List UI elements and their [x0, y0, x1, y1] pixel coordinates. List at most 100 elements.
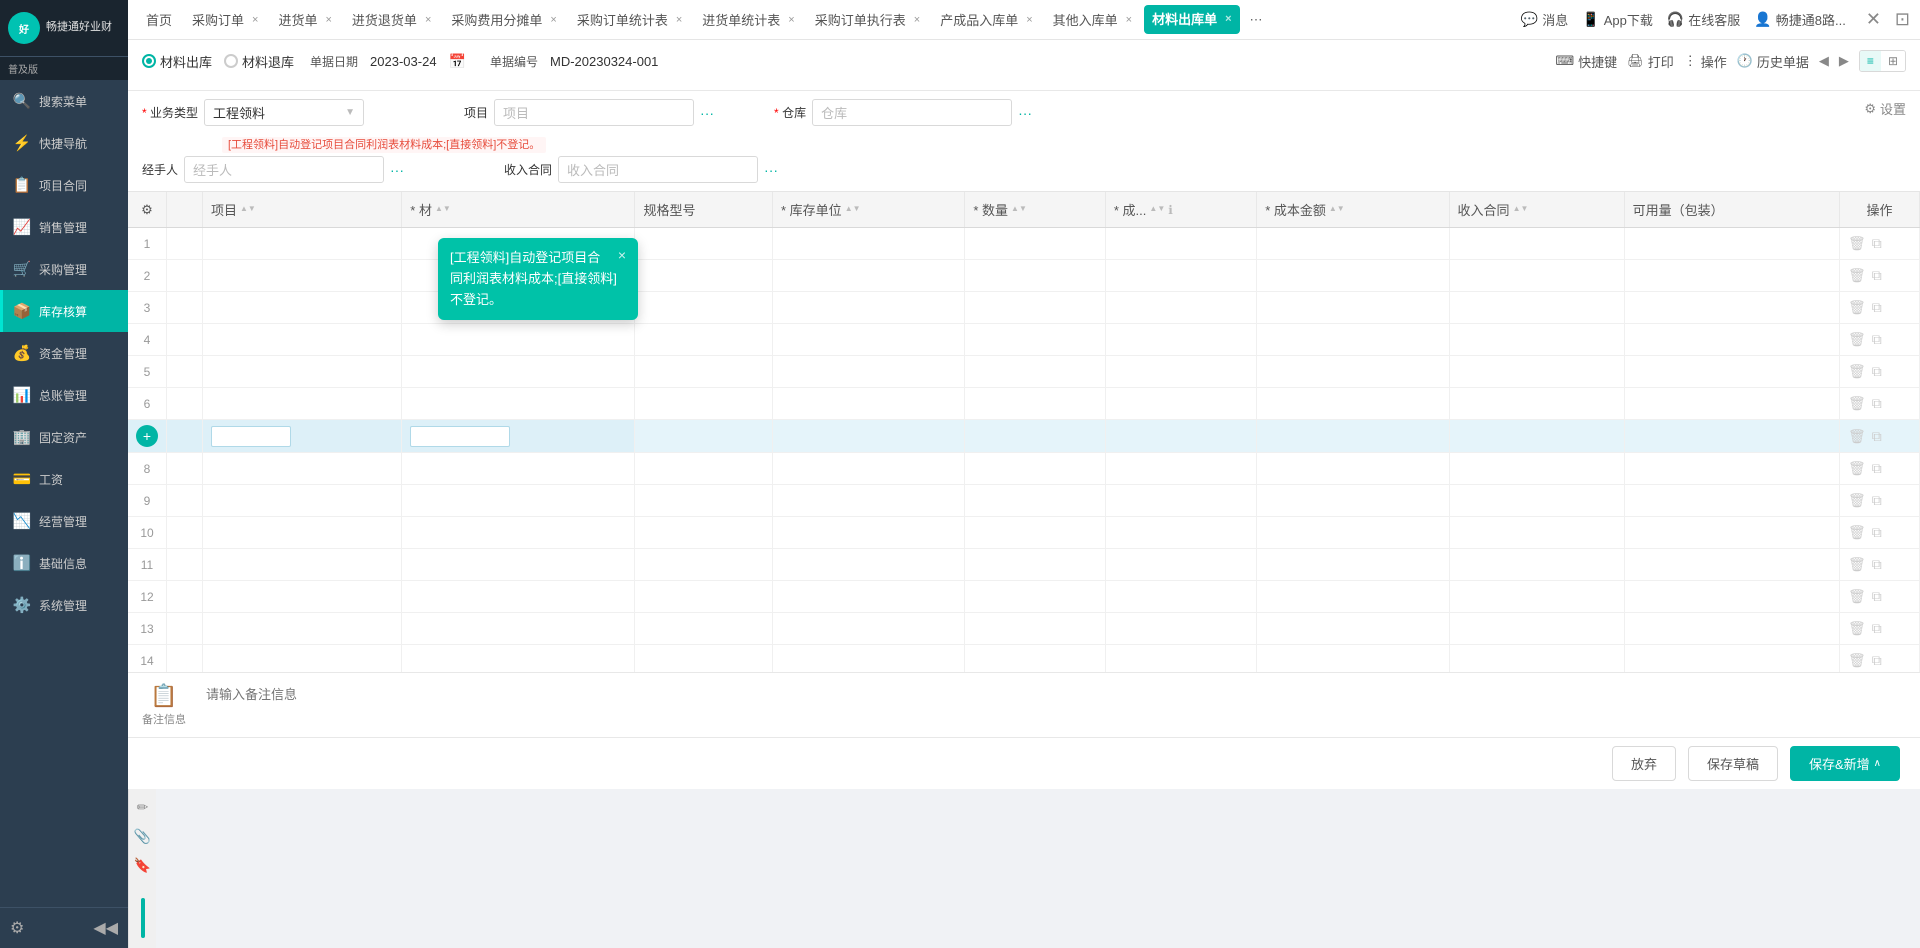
topbar-icon-btn[interactable]: ⊡ [1895, 9, 1910, 30]
sidebar-menu-item-purchase[interactable]: 🛒 采购管理 [0, 248, 128, 290]
row-7-col1-input[interactable] [211, 426, 291, 447]
tab-other-stock[interactable]: 其他入库单 × [1045, 6, 1140, 33]
copy-row-2-icon[interactable]: ⧉ [1872, 267, 1882, 284]
order-value[interactable]: MD-20230324-001 [550, 54, 658, 69]
operations-btn[interactable]: ⋮ 操作 [1684, 52, 1727, 71]
handler-input[interactable]: 经手人 [184, 156, 384, 183]
date-value[interactable]: 2023-03-24 [370, 54, 437, 69]
message-btn[interactable]: 💬 消息 [1521, 10, 1568, 29]
tab-purchase-cost[interactable]: 采购费用分摊单 × [443, 6, 564, 33]
delete-row-13-icon[interactable]: 🗑 [1848, 620, 1866, 637]
copy-row-3-icon[interactable]: ⧉ [1872, 299, 1882, 316]
sidebar-menu-item-inventory[interactable]: 📦 库存核算 [0, 290, 128, 332]
th-income[interactable]: 收入合同 ▲▼ [1449, 192, 1624, 228]
delete-row-10-icon[interactable]: 🗑 [1848, 524, 1866, 541]
copy-row-6-icon[interactable]: ⧉ [1872, 395, 1882, 412]
copy-row-11-icon[interactable]: ⧉ [1872, 556, 1882, 573]
th-material[interactable]: * 材 ▲▼ [402, 192, 635, 228]
copy-row-14-icon[interactable]: ⧉ [1872, 652, 1882, 669]
sidebar-menu-item-project[interactable]: 📋 项目合同 [0, 164, 128, 206]
sidebar-collapse-icon[interactable]: ◀◀ [93, 918, 118, 938]
prev-record-btn[interactable]: ◀ [1819, 53, 1829, 69]
copy-row-10-icon[interactable]: ⧉ [1872, 524, 1882, 541]
sidebar-settings-icon[interactable]: ⚙ [10, 918, 24, 938]
tab-material-out-close[interactable]: × [1225, 13, 1231, 25]
tab-purchase-order-close[interactable]: × [252, 14, 258, 26]
delete-row-11-icon[interactable]: 🗑 [1848, 556, 1866, 573]
tab-purchase-exec-close[interactable]: × [914, 14, 920, 26]
delete-row-7-icon[interactable]: 🗑 [1848, 428, 1866, 445]
delete-row-14-icon[interactable]: 🗑 [1848, 652, 1866, 669]
save-draft-button[interactable]: 保存草稿 [1688, 746, 1778, 781]
th-cost-amt[interactable]: * 成本金额 ▲▼ [1257, 192, 1449, 228]
settings-btn[interactable]: ⚙ 设置 [1864, 99, 1906, 118]
delete-row-1-icon[interactable]: 🗑 [1848, 235, 1866, 252]
tab-purchase-cost-close[interactable]: × [550, 14, 556, 26]
project-more-btn[interactable]: ··· [700, 105, 714, 121]
sidebar-menu-item-system[interactable]: ⚙️ 系统管理 [0, 584, 128, 626]
radio-material-return[interactable]: 材料退库 [224, 52, 294, 71]
next-record-btn[interactable]: ▶ [1839, 53, 1849, 69]
sidebar-menu-item-basic-info[interactable]: ℹ️ 基础信息 [0, 542, 128, 584]
delete-row-9-icon[interactable]: 🗑 [1848, 492, 1866, 509]
copy-row-8-icon[interactable]: ⧉ [1872, 460, 1882, 477]
history-btn[interactable]: 🕐 历史单据 [1737, 52, 1809, 71]
right-panel-edit-icon[interactable]: ✏ [137, 799, 149, 816]
tab-incoming[interactable]: 进货单 × [270, 6, 339, 33]
copy-row-7-icon[interactable]: ⧉ [1872, 428, 1882, 445]
user-btn[interactable]: 👤 畅捷通8路... [1754, 10, 1846, 29]
tab-product-stock-close[interactable]: × [1026, 14, 1032, 26]
delete-row-5-icon[interactable]: 🗑 [1848, 363, 1866, 380]
th-unit[interactable]: * 库存单位 ▲▼ [773, 192, 965, 228]
view-list-btn[interactable]: ≡ [1860, 51, 1881, 71]
tab-purchase-exec[interactable]: 采购订单执行表 × [807, 6, 928, 33]
delete-row-6-icon[interactable]: 🗑 [1848, 395, 1866, 412]
warehouse-more-btn[interactable]: ··· [1018, 105, 1032, 121]
sidebar-menu-item-finance[interactable]: 💰 资金管理 [0, 332, 128, 374]
memo-input[interactable] [196, 683, 1906, 706]
tab-incoming-returns[interactable]: 进货退货单 × [344, 6, 439, 33]
delete-row-12-icon[interactable]: 🗑 [1848, 588, 1866, 605]
topbar-more-btn[interactable]: ⋯ [1244, 10, 1269, 30]
copy-row-9-icon[interactable]: ⧉ [1872, 492, 1882, 509]
sidebar-menu-item-quick-nav[interactable]: ⚡ 快捷导航 [0, 122, 128, 164]
project-input[interactable]: 项目 [494, 99, 694, 126]
table-wrapper[interactable]: ⚙ 项目 ▲▼ * 材 ▲▼ [128, 191, 1920, 672]
tab-other-stock-close[interactable]: × [1126, 14, 1132, 26]
discard-button[interactable]: 放弃 [1612, 746, 1676, 781]
income-contract-input[interactable]: 收入合同 [558, 156, 758, 183]
tab-incoming-stats[interactable]: 进货单统计表 × [694, 6, 802, 33]
save-new-button[interactable]: 保存&新增 ∧ [1790, 746, 1900, 781]
copy-row-13-icon[interactable]: ⧉ [1872, 620, 1882, 637]
sidebar-menu-item-payroll[interactable]: 💳 工资 [0, 458, 128, 500]
tab-purchase-stats-close[interactable]: × [676, 14, 682, 26]
topbar-close-btn[interactable]: ✕ [1866, 9, 1881, 30]
copy-row-5-icon[interactable]: ⧉ [1872, 363, 1882, 380]
sidebar-menu-item-ledger[interactable]: 📊 总账管理 [0, 374, 128, 416]
delete-row-4-icon[interactable]: 🗑 [1848, 331, 1866, 348]
tab-incoming-close[interactable]: × [325, 14, 331, 26]
th-project[interactable]: 项目 ▲▼ [203, 192, 402, 228]
tab-home[interactable]: 首页 [138, 6, 180, 33]
th-qty[interactable]: * 数量 ▲▼ [965, 192, 1106, 228]
sidebar-menu-item-search[interactable]: 🔍 搜索菜单 [0, 80, 128, 122]
view-grid-btn[interactable]: ⊞ [1881, 51, 1905, 71]
app-download-btn[interactable]: 📱 App下载 [1582, 10, 1653, 29]
sidebar-menu-item-sales[interactable]: 📈 销售管理 [0, 206, 128, 248]
business-type-input[interactable]: 工程领料 ▼ [204, 99, 364, 126]
add-row-btn[interactable]: + [136, 425, 158, 447]
delete-row-2-icon[interactable]: 🗑 [1848, 267, 1866, 284]
right-panel-attach-icon[interactable]: 📎 [134, 828, 151, 845]
delete-row-8-icon[interactable]: 🗑 [1848, 460, 1866, 477]
handler-more-btn[interactable]: ··· [390, 162, 404, 178]
copy-row-4-icon[interactable]: ⧉ [1872, 331, 1882, 348]
right-panel-bookmark-icon[interactable]: 🔖 [134, 857, 151, 874]
online-support-btn[interactable]: 🎧 在线客服 [1667, 10, 1740, 29]
tab-purchase-stats[interactable]: 采购订单统计表 × [569, 6, 690, 33]
calendar-icon[interactable]: 📅 [449, 53, 466, 70]
tab-purchase-order[interactable]: 采购订单 × [184, 6, 266, 33]
tab-incoming-stats-close[interactable]: × [788, 14, 794, 26]
sidebar-menu-item-operations[interactable]: 📉 经营管理 [0, 500, 128, 542]
copy-row-12-icon[interactable]: ⧉ [1872, 588, 1882, 605]
th-settings[interactable]: ⚙ [128, 192, 167, 228]
